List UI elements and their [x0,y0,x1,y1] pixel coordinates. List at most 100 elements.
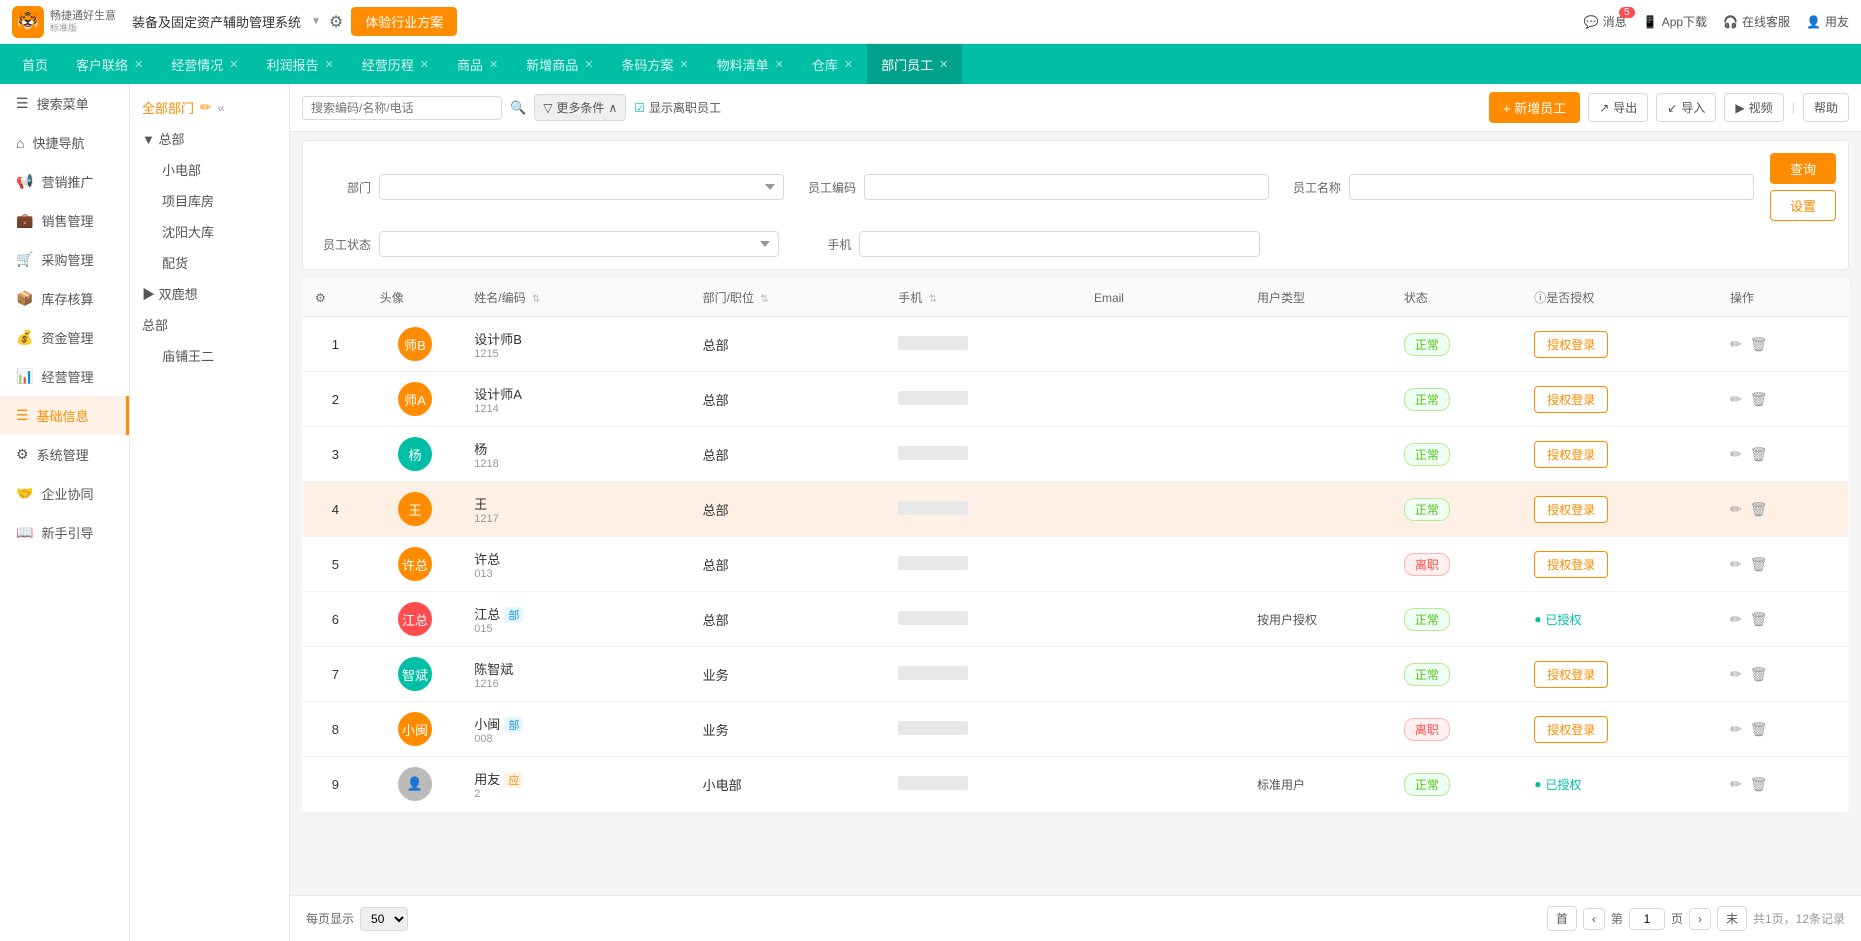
sidebar-item-finance[interactable]: 💰资金管理 [0,318,129,357]
first-page-button[interactable]: 首 [1547,906,1577,931]
sidebar-item-sales[interactable]: 💼销售管理 [0,201,129,240]
app-download-button[interactable]: 📱 App下载 [1643,13,1707,30]
system-title-dropdown[interactable]: ▼ [311,16,321,27]
page-size-select[interactable]: 50 [360,907,408,931]
dept-node-shenyangdajie[interactable]: 沈阳大库 [130,216,289,247]
sidebar-item-system[interactable]: ⚙系统管理 [0,435,129,474]
dept-node-shuanghuan[interactable]: ▶ 双鹿想 [130,278,289,309]
video-button[interactable]: ▶ 视频 [1724,93,1783,122]
auth-login-button[interactable]: 授权登录 [1534,441,1608,468]
nav-tab-条码方案[interactable]: 条码方案✕ [607,44,702,84]
delete-icon[interactable]: 🗑 [1750,556,1768,573]
edit-icon[interactable]: ✏ [1730,721,1742,738]
dept-node-zongbu[interactable]: ▼ 总部 [130,123,289,154]
sidebar-item-inventory[interactable]: 📦库存核算 [0,279,129,318]
last-page-button[interactable]: 末 [1717,906,1747,931]
auth-login-button[interactable]: 授权登录 [1534,331,1608,358]
nav-tab-close[interactable]: ✕ [134,58,143,71]
delete-icon[interactable]: 🗑 [1750,721,1768,738]
page-number-input[interactable] [1629,908,1665,930]
sidebar-item-guide[interactable]: 📖新手引导 [0,513,129,552]
edit-icon[interactable]: ✏ [1730,666,1742,683]
row-auth[interactable]: 已授权 [1522,592,1718,647]
export-button[interactable]: ↗ 导出 [1588,93,1648,122]
add-employee-button[interactable]: + 新增员工 [1489,92,1580,123]
delete-icon[interactable]: 🗑 [1750,446,1768,463]
edit-icon[interactable]: ✏ [1730,446,1742,463]
nav-tab-利润报告[interactable]: 利润报告✕ [252,44,347,84]
row-auth[interactable]: 授权登录 [1522,702,1718,757]
dept-node-xiangmujiufang[interactable]: 项目库房 [130,185,289,216]
dept-edit-icon[interactable]: ✏ [200,99,212,116]
show-resigned-toggle[interactable]: ☑ 显示离职员工 [634,99,721,116]
dept-collapse-icon[interactable]: « [218,101,225,115]
nav-tab-close[interactable]: ✕ [679,58,688,71]
sidebar-item-quick[interactable]: ⌂快捷导航 [0,123,129,162]
sidebar-item-purchase[interactable]: 🛒采购管理 [0,240,129,279]
delete-icon[interactable]: 🗑 [1750,611,1768,628]
auth-login-button[interactable]: 授权登录 [1534,716,1608,743]
search-icon[interactable]: 🔍 [510,100,526,116]
query-button[interactable]: 查询 [1770,153,1836,184]
online-service-button[interactable]: 🎧 在线客服 [1723,13,1790,30]
th-dept[interactable]: 部门/职位 ⇅ [691,279,887,317]
user-menu[interactable]: 👤 用友 [1806,13,1849,30]
sidebar-item-operation[interactable]: 📊经营管理 [0,357,129,396]
sidebar-item-search[interactable]: ☰搜索菜单 [0,84,129,123]
set-button[interactable]: 设置 [1770,190,1836,221]
dept-node-xiaodianbu[interactable]: 小电部 [130,154,289,185]
edit-icon[interactable]: ✏ [1730,501,1742,518]
prev-page-button[interactable]: ‹ [1583,908,1605,930]
delete-icon[interactable]: 🗑 [1750,501,1768,518]
dept-node-zongbu2[interactable]: 总部 [130,309,289,340]
sidebar-item-marketing[interactable]: 📢营销推广 [0,162,129,201]
nav-tab-客户联络[interactable]: 客户联络✕ [62,44,157,84]
edit-icon[interactable]: ✏ [1730,611,1742,628]
empname-filter-input[interactable] [1349,174,1754,200]
row-auth[interactable]: 授权登录 [1522,537,1718,592]
search-input[interactable] [302,96,502,120]
nav-tab-close[interactable]: ✕ [489,58,498,71]
row-auth[interactable]: 已授权 [1522,757,1718,812]
dept-node-miaopuwangni[interactable]: 庙铺王二 [130,340,289,371]
help-button[interactable]: 帮助 [1803,93,1849,122]
more-filter-button[interactable]: ▽ 更多条件 ∧ [534,94,626,121]
nav-tab-首页[interactable]: 首页 [8,44,62,84]
status-filter-select[interactable] [379,231,779,257]
nav-tab-close[interactable]: ✕ [229,58,238,71]
edit-icon[interactable]: ✏ [1730,556,1742,573]
nav-tab-经营情况[interactable]: 经营情况✕ [157,44,252,84]
empcode-filter-input[interactable] [864,174,1269,200]
nav-tab-仓库[interactable]: 仓库✕ [798,44,867,84]
row-auth[interactable]: 授权登录 [1522,647,1718,702]
row-auth[interactable]: 授权登录 [1522,427,1718,482]
row-auth[interactable]: 授权登录 [1522,317,1718,372]
delete-icon[interactable]: 🗑 [1750,776,1768,793]
message-button[interactable]: 💬 5 消息 [1584,13,1627,30]
nav-tab-close[interactable]: ✕ [775,58,784,71]
resigned-checkbox[interactable]: ☑ [634,101,645,115]
settings-button[interactable]: ⚙ [329,12,343,32]
th-name[interactable]: 姓名/编码 ⇅ [462,279,690,317]
nav-tab-经营历程[interactable]: 经营历程✕ [348,44,443,84]
th-phone[interactable]: 手机 ⇅ [886,279,1082,317]
sidebar-item-collab[interactable]: 🤝企业协同 [0,474,129,513]
auth-login-button[interactable]: 授权登录 [1534,386,1608,413]
delete-icon[interactable]: 🗑 [1750,666,1768,683]
dept-node-peihuo[interactable]: 配货 [130,247,289,278]
nav-tab-部门员工[interactable]: 部门员工✕ [867,44,962,84]
edit-icon[interactable]: ✏ [1730,391,1742,408]
import-button[interactable]: ↙ 导入 [1656,93,1716,122]
nav-tab-新增商品[interactable]: 新增商品✕ [512,44,607,84]
auth-login-button[interactable]: 授权登录 [1534,661,1608,688]
row-auth[interactable]: 授权登录 [1522,372,1718,427]
delete-icon[interactable]: 🗑 [1750,336,1768,353]
nav-tab-close[interactable]: ✕ [584,58,593,71]
edit-icon[interactable]: ✏ [1730,336,1742,353]
th-settings[interactable]: ⚙ [303,279,368,317]
phone-filter-input[interactable] [859,231,1259,257]
delete-icon[interactable]: 🗑 [1750,391,1768,408]
dept-filter-select[interactable] [379,174,784,200]
nav-tab-close[interactable]: ✕ [844,58,853,71]
auth-login-button[interactable]: 授权登录 [1534,496,1608,523]
